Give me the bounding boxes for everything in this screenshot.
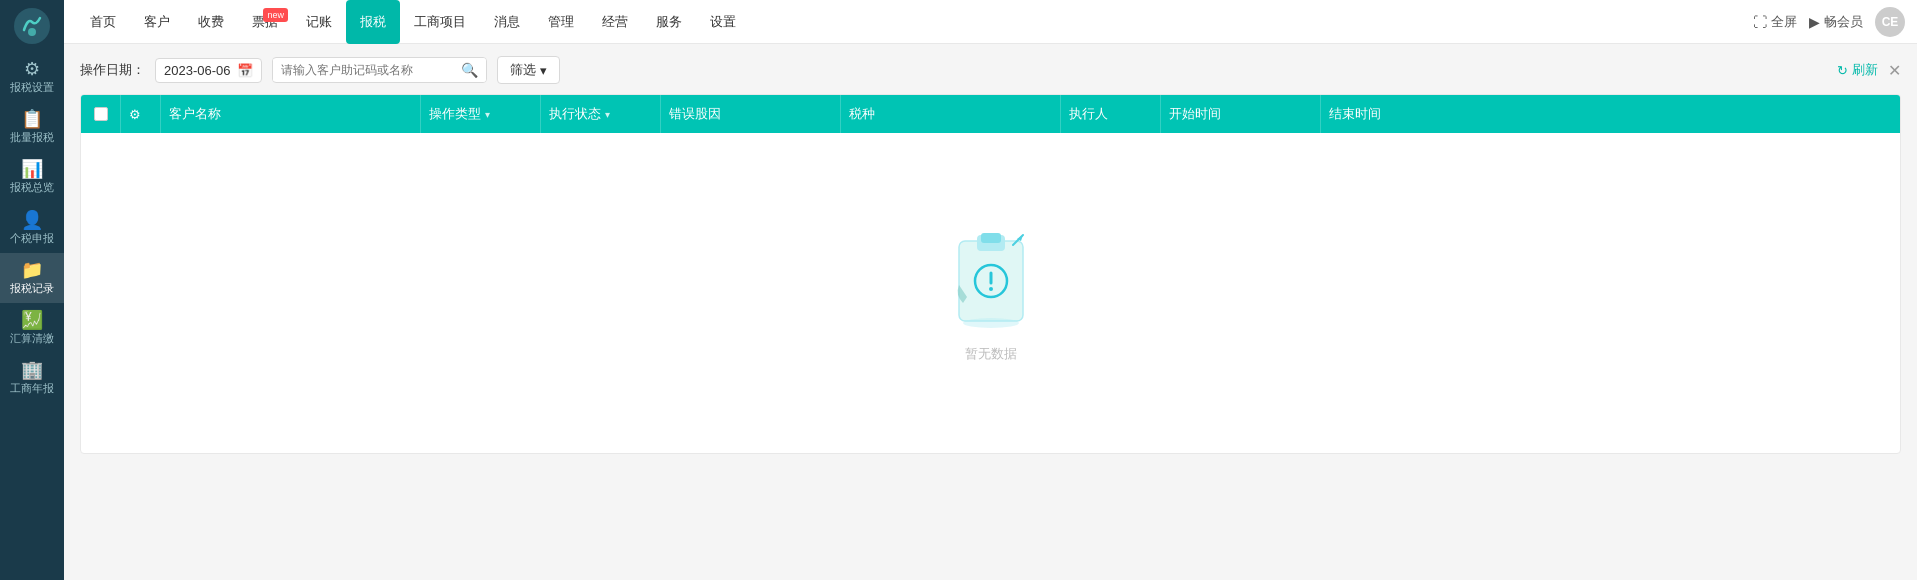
th-customer-name: 客户名称: [161, 95, 421, 133]
nav-jizhang[interactable]: 记账: [292, 0, 346, 44]
sidebar-item-baoshui-zonlan[interactable]: 📊 报税总览: [0, 152, 64, 202]
search-input[interactable]: [273, 59, 453, 81]
sort-icon-exec-status: ▾: [605, 109, 610, 120]
nav-shoufei[interactable]: 收费: [184, 0, 238, 44]
new-badge: new: [263, 8, 288, 23]
nav-items: 首页 客户 收费 票据 new 记账 报税 工商项目 消息: [76, 0, 1753, 44]
sidebar-item-gongshang-nianbao[interactable]: 🏢 工商年报: [0, 353, 64, 403]
date-value: 2023-06-06: [164, 63, 231, 78]
table-header: ⚙ 客户名称 操作类型 ▾ 执行状态 ▾ 错误股因: [81, 95, 1900, 133]
nav-jingying[interactable]: 经营: [588, 0, 642, 44]
svg-point-0: [14, 8, 50, 44]
app-logo[interactable]: [14, 8, 50, 44]
toolbar: 操作日期： 2023-06-06 📅 🔍 筛选 ▾ ↻ 刷新: [80, 56, 1901, 84]
th-start-time: 开始时间: [1161, 95, 1321, 133]
sort-icon-operation-type: ▾: [485, 109, 490, 120]
search-button[interactable]: 🔍: [453, 58, 486, 82]
nav-piaoju[interactable]: 票据 new: [238, 0, 292, 44]
main-area: 首页 客户 收费 票据 new 记账 报税 工商项目 消息: [64, 0, 1917, 580]
nav-gongshang-xiangmu[interactable]: 工商项目: [400, 0, 480, 44]
th-tax-type: 税种: [841, 95, 1061, 133]
close-button[interactable]: ✕: [1888, 61, 1901, 80]
sidebar-label-baoshui-jilu: 报税记录: [10, 282, 54, 295]
empty-state: 暂无数据: [921, 163, 1061, 423]
gear-icon: ⚙: [129, 107, 141, 122]
member-button[interactable]: ▶ 畅会员: [1809, 13, 1863, 31]
date-label: 操作日期：: [80, 61, 145, 79]
user-avatar[interactable]: CE: [1875, 7, 1905, 37]
batch-tax-icon: 📋: [21, 110, 43, 128]
data-table: ⚙ 客户名称 操作类型 ▾ 执行状态 ▾ 错误股因: [80, 94, 1901, 454]
nav-guanli[interactable]: 管理: [534, 0, 588, 44]
top-nav: 首页 客户 收费 票据 new 记账 报税 工商项目 消息: [64, 0, 1917, 44]
page-content: 操作日期： 2023-06-06 📅 🔍 筛选 ▾ ↻ 刷新: [64, 44, 1917, 580]
sidebar-label-gongshang-nianbao: 工商年报: [10, 382, 54, 395]
svg-point-7: [989, 287, 993, 291]
sidebar-item-piliang-baoshui[interactable]: 📋 批量报税: [0, 102, 64, 152]
th-settings: ⚙: [121, 95, 161, 133]
sidebar-item-huisuan-jiaona[interactable]: 💹 汇算清缴: [0, 303, 64, 353]
refresh-button[interactable]: ↻ 刷新: [1837, 61, 1878, 79]
nav-right: ⛶ 全屏 ▶ 畅会员 CE: [1753, 7, 1905, 37]
th-end-time: 结束时间: [1321, 95, 1461, 133]
toolbar-right: ↻ 刷新 ✕: [1837, 61, 1901, 80]
sidebar-item-baoshui-shezhi[interactable]: ⚙ 报税设置: [0, 52, 64, 102]
empty-illustration: [941, 223, 1041, 333]
fullscreen-icon: ⛶: [1753, 14, 1767, 30]
select-all-checkbox[interactable]: [94, 107, 108, 121]
svg-rect-4: [981, 233, 1001, 243]
sidebar-item-geshui-shenbao[interactable]: 👤 个税申报: [0, 203, 64, 253]
th-executor: 执行人: [1061, 95, 1161, 133]
date-picker[interactable]: 2023-06-06 📅: [155, 58, 262, 83]
nav-customer[interactable]: 客户: [130, 0, 184, 44]
settings-icon: ⚙: [24, 60, 40, 78]
refresh-icon: ↻: [1837, 63, 1848, 78]
nav-home[interactable]: 首页: [76, 0, 130, 44]
filter-button[interactable]: 筛选 ▾: [497, 56, 560, 84]
sidebar-label-geshui-shenbao: 个税申报: [10, 232, 54, 245]
table-body: 暂无数据: [81, 133, 1900, 453]
sidebar-label-baoshui-zonlan: 报税总览: [10, 181, 54, 194]
personal-tax-icon: 👤: [21, 211, 43, 229]
svg-point-1: [28, 28, 36, 36]
overview-icon: 📊: [21, 160, 43, 178]
filter-label: 筛选: [510, 61, 536, 79]
nav-shezhi[interactable]: 设置: [696, 0, 750, 44]
search-box: 🔍: [272, 57, 487, 83]
sidebar-item-baoshui-jilu[interactable]: 📁 报税记录: [0, 253, 64, 303]
sidebar-label-huisuan-jiaona: 汇算清缴: [10, 332, 54, 345]
th-exec-status[interactable]: 执行状态 ▾: [541, 95, 661, 133]
fullscreen-button[interactable]: ⛶ 全屏: [1753, 13, 1797, 31]
sidebar-label-piliang-baoshui: 批量报税: [10, 131, 54, 144]
annual-report-icon: 🏢: [21, 361, 43, 379]
content-area: 操作日期： 2023-06-06 📅 🔍 筛选 ▾ ↻ 刷新: [64, 44, 1917, 580]
calendar-icon: 📅: [237, 63, 253, 78]
nav-fuwu[interactable]: 服务: [642, 0, 696, 44]
svg-point-10: [963, 318, 1019, 328]
th-checkbox[interactable]: [81, 95, 121, 133]
sidebar: ⚙ 报税设置 📋 批量报税 📊 报税总览 👤 个税申报 📁 报税记录 💹 汇算清…: [0, 0, 64, 580]
nav-xiaoxi[interactable]: 消息: [480, 0, 534, 44]
th-error-reason: 错误股因: [661, 95, 841, 133]
th-operation-type[interactable]: 操作类型 ▾: [421, 95, 541, 133]
empty-text: 暂无数据: [965, 345, 1017, 363]
sidebar-label-baoshui-shezhi: 报税设置: [10, 81, 54, 94]
settlement-icon: 💹: [21, 311, 43, 329]
nav-baoshui[interactable]: 报税: [346, 0, 400, 44]
chevron-down-icon: ▾: [540, 63, 547, 78]
member-icon: ▶: [1809, 14, 1820, 30]
record-icon: 📁: [21, 261, 43, 279]
